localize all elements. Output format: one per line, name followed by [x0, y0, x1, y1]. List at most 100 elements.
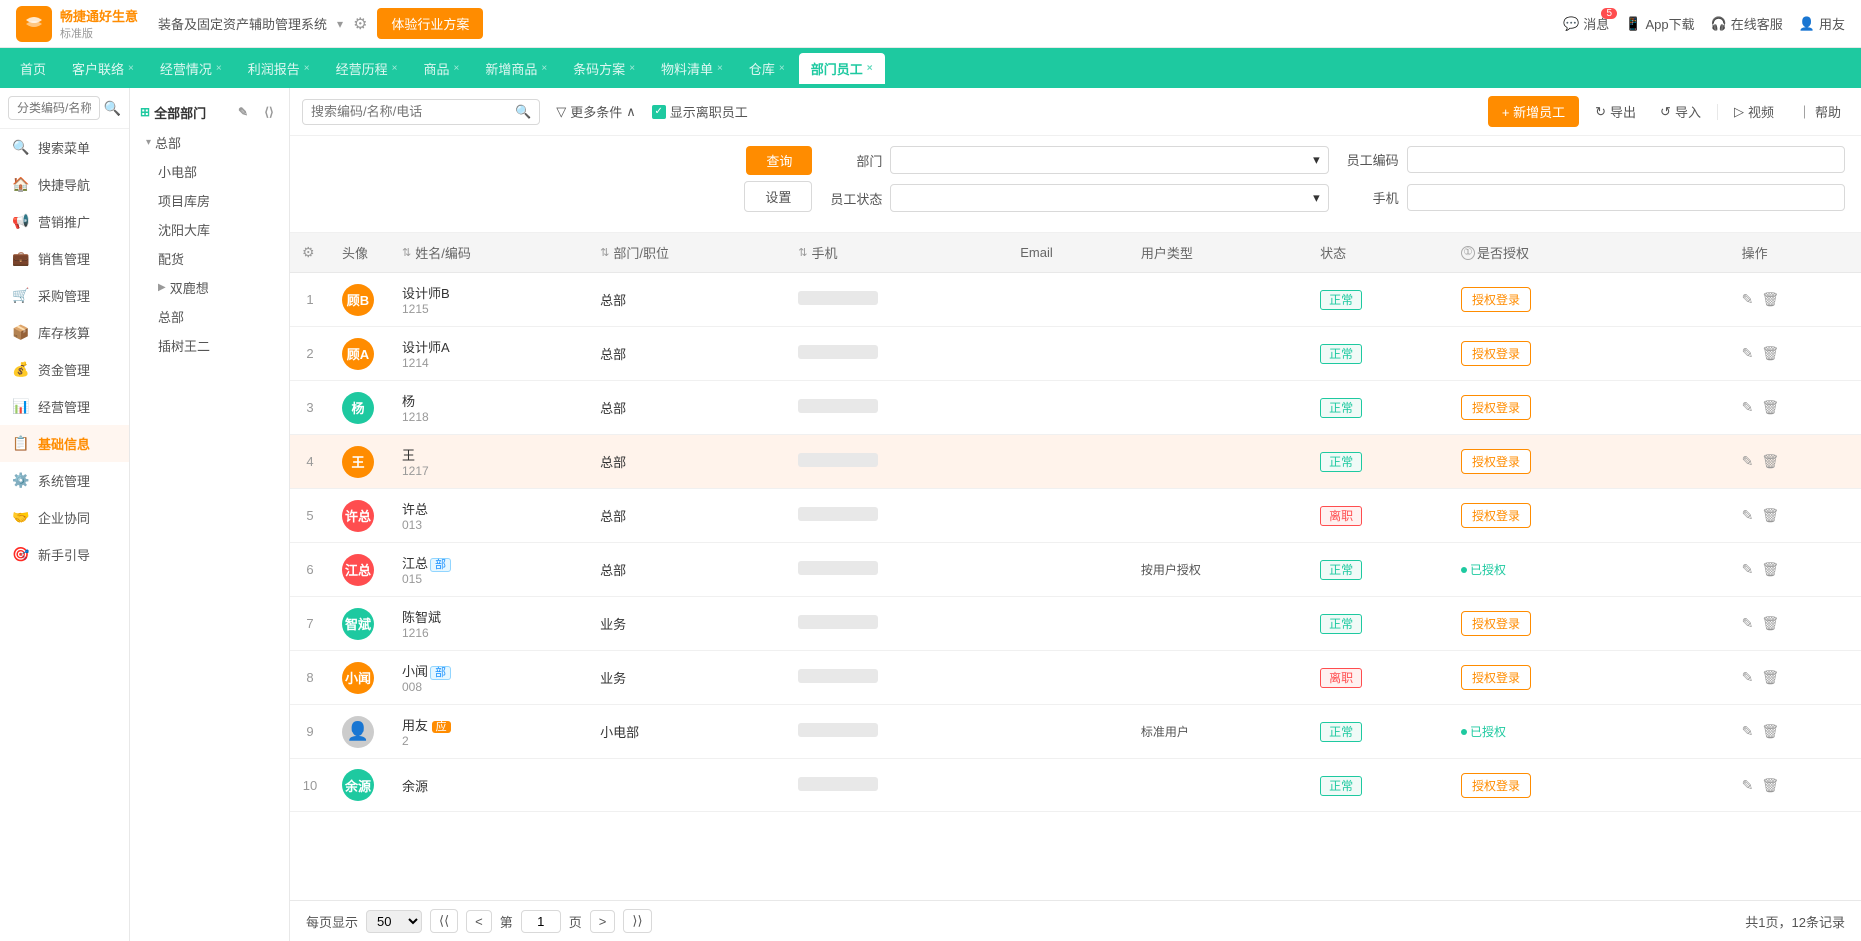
delete-button[interactable]: 🗑: [1761, 291, 1779, 308]
nav-tab-close-icon[interactable]: ×: [392, 63, 398, 74]
sidebar-item-营销推广[interactable]: 📢 营销推广: [0, 203, 129, 240]
dept-node-zongbu[interactable]: 总部: [142, 302, 289, 331]
nav-tab-close-icon[interactable]: ×: [304, 63, 310, 74]
auth-login-button[interactable]: 授权登录: [1461, 449, 1531, 474]
nav-tab-close-icon[interactable]: ×: [541, 63, 547, 74]
nav-tab-物料清单[interactable]: 物料清单×: [649, 53, 735, 84]
show-resigned-toggle[interactable]: ✓ 显示离职员工: [652, 102, 748, 121]
dept-tree-collapse-icon[interactable]: ⟨⟩: [259, 102, 279, 122]
sidebar-item-基础信息[interactable]: 📋 基础信息: [0, 425, 129, 462]
nav-tab-close-icon[interactable]: ×: [629, 63, 635, 74]
sidebar-item-系统管理[interactable]: ⚙️ 系统管理: [0, 462, 129, 499]
sort-icon[interactable]: ⇅: [402, 246, 411, 259]
nav-tab-经营历程[interactable]: 经营历程×: [324, 53, 410, 84]
edit-button[interactable]: ✎: [1742, 723, 1754, 740]
add-employee-button[interactable]: + 新增员工: [1488, 96, 1579, 127]
online-service-button[interactable]: 🎧 在线客服: [1711, 14, 1783, 33]
setup-button[interactable]: 设置: [744, 181, 812, 212]
prev-page-button[interactable]: <: [466, 910, 492, 933]
delete-button[interactable]: 🗑: [1761, 615, 1779, 632]
delete-button[interactable]: 🗑: [1761, 345, 1779, 362]
phone-input[interactable]: [1407, 184, 1845, 211]
nav-tab-条码方案[interactable]: 条码方案×: [561, 53, 647, 84]
nav-tab-部门员工[interactable]: 部门员工×: [799, 53, 885, 84]
delete-button[interactable]: 🗑: [1761, 561, 1779, 578]
edit-button[interactable]: ✎: [1742, 453, 1754, 470]
dept-node-shuanglu[interactable]: ▶ 双鹿想: [142, 273, 289, 302]
import-button[interactable]: ↺ 导入: [1652, 98, 1709, 125]
query-button[interactable]: 查询: [746, 146, 812, 175]
delete-button[interactable]: 🗑: [1761, 507, 1779, 524]
sidebar-item-采购管理[interactable]: 🛒 采购管理: [0, 277, 129, 314]
delete-button[interactable]: 🗑: [1761, 777, 1779, 794]
first-page-button[interactable]: ⟨⟨: [430, 909, 458, 933]
empcode-input[interactable]: [1407, 146, 1845, 173]
edit-button[interactable]: ✎: [1742, 399, 1754, 416]
sidebar-item-库存核算[interactable]: 📦 库存核算: [0, 314, 129, 351]
search-input[interactable]: [311, 104, 511, 119]
edit-button[interactable]: ✎: [1742, 561, 1754, 578]
auth-login-button[interactable]: 授权登录: [1461, 287, 1531, 312]
app-download-button[interactable]: 📱 App下载: [1625, 14, 1694, 33]
gear-icon[interactable]: ⚙: [353, 14, 367, 34]
dept-select[interactable]: ▾: [890, 146, 1328, 174]
dept-node-zongbu-parent[interactable]: ▾ 总部: [130, 128, 289, 157]
more-filter-button[interactable]: ▽ 更多条件 ∧: [548, 98, 644, 125]
nav-tab-新增商品[interactable]: 新增商品×: [473, 53, 559, 84]
export-button[interactable]: ↻ 导出: [1587, 98, 1644, 125]
delete-button[interactable]: 🗑: [1761, 453, 1779, 470]
delete-button[interactable]: 🗑: [1761, 723, 1779, 740]
edit-button[interactable]: ✎: [1742, 291, 1754, 308]
sidebar-search-input[interactable]: [8, 96, 100, 120]
dept-node-chaoshu[interactable]: 插树王二: [142, 331, 289, 360]
nav-tab-仓库[interactable]: 仓库×: [737, 53, 797, 84]
nav-tab-商品[interactable]: 商品×: [411, 53, 471, 84]
page-input[interactable]: [521, 910, 561, 933]
sidebar-item-资金管理[interactable]: 💰 资金管理: [0, 351, 129, 388]
phone-sort-icon[interactable]: ⇅: [798, 246, 807, 259]
next-page-button[interactable]: >: [590, 910, 616, 933]
nav-tab-利润报告[interactable]: 利润报告×: [236, 53, 322, 84]
dept-node-xiangmu[interactable]: 项目库房: [142, 186, 289, 215]
dept-tree-edit-icon[interactable]: ✎: [233, 102, 253, 122]
trial-button[interactable]: 体验行业方案: [377, 8, 483, 39]
auth-login-button[interactable]: 授权登录: [1461, 503, 1531, 528]
auth-login-button[interactable]: 授权登录: [1461, 665, 1531, 690]
title-arrow-icon[interactable]: ▾: [337, 17, 343, 31]
auth-login-button[interactable]: 授权登录: [1461, 611, 1531, 636]
auth-login-button[interactable]: 授权登录: [1461, 773, 1531, 798]
auth-login-button[interactable]: 授权登录: [1461, 341, 1531, 366]
nav-tab-close-icon[interactable]: ×: [453, 63, 459, 74]
nav-tab-close-icon[interactable]: ×: [216, 63, 222, 74]
sidebar-item-销售管理[interactable]: 💼 销售管理: [0, 240, 129, 277]
delete-button[interactable]: 🗑: [1761, 399, 1779, 416]
message-button[interactable]: 💬 消息 5: [1563, 14, 1609, 33]
edit-button[interactable]: ✎: [1742, 777, 1754, 794]
edit-button[interactable]: ✎: [1742, 615, 1754, 632]
help-button[interactable]: ｜ 帮助: [1790, 98, 1849, 125]
dept-node-peihuo[interactable]: 配货: [142, 244, 289, 273]
dept-node-xiaodianbu[interactable]: 小电部: [142, 157, 289, 186]
sidebar-item-企业协同[interactable]: 🤝 企业协同: [0, 499, 129, 536]
sidebar-item-快捷导航[interactable]: 🏠 快捷导航: [0, 166, 129, 203]
video-button[interactable]: ▷ 视频: [1726, 98, 1782, 125]
per-page-select[interactable]: 50 100 200: [366, 910, 422, 933]
sidebar-item-经营管理[interactable]: 📊 经营管理: [0, 388, 129, 425]
edit-button[interactable]: ✎: [1742, 669, 1754, 686]
nav-tab-close-icon[interactable]: ×: [867, 63, 873, 74]
sidebar-item-新手引导[interactable]: 🎯 新手引导: [0, 536, 129, 573]
nav-tab-首页[interactable]: 首页: [8, 53, 58, 84]
nav-tab-客户联络[interactable]: 客户联络×: [60, 53, 146, 84]
dept-node-shenyang[interactable]: 沈阳大库: [142, 215, 289, 244]
last-page-button[interactable]: ⟩⟩: [623, 909, 651, 933]
user-button[interactable]: 👤 用友: [1799, 14, 1845, 33]
auth-login-button[interactable]: 授权登录: [1461, 395, 1531, 420]
edit-button[interactable]: ✎: [1742, 507, 1754, 524]
delete-button[interactable]: 🗑: [1761, 669, 1779, 686]
nav-tab-close-icon[interactable]: ×: [128, 63, 134, 74]
nav-tab-close-icon[interactable]: ×: [717, 63, 723, 74]
sidebar-item-搜索菜单[interactable]: 🔍 搜索菜单: [0, 129, 129, 166]
edit-button[interactable]: ✎: [1742, 345, 1754, 362]
nav-tab-close-icon[interactable]: ×: [779, 63, 785, 74]
status-select[interactable]: ▾: [890, 184, 1328, 212]
